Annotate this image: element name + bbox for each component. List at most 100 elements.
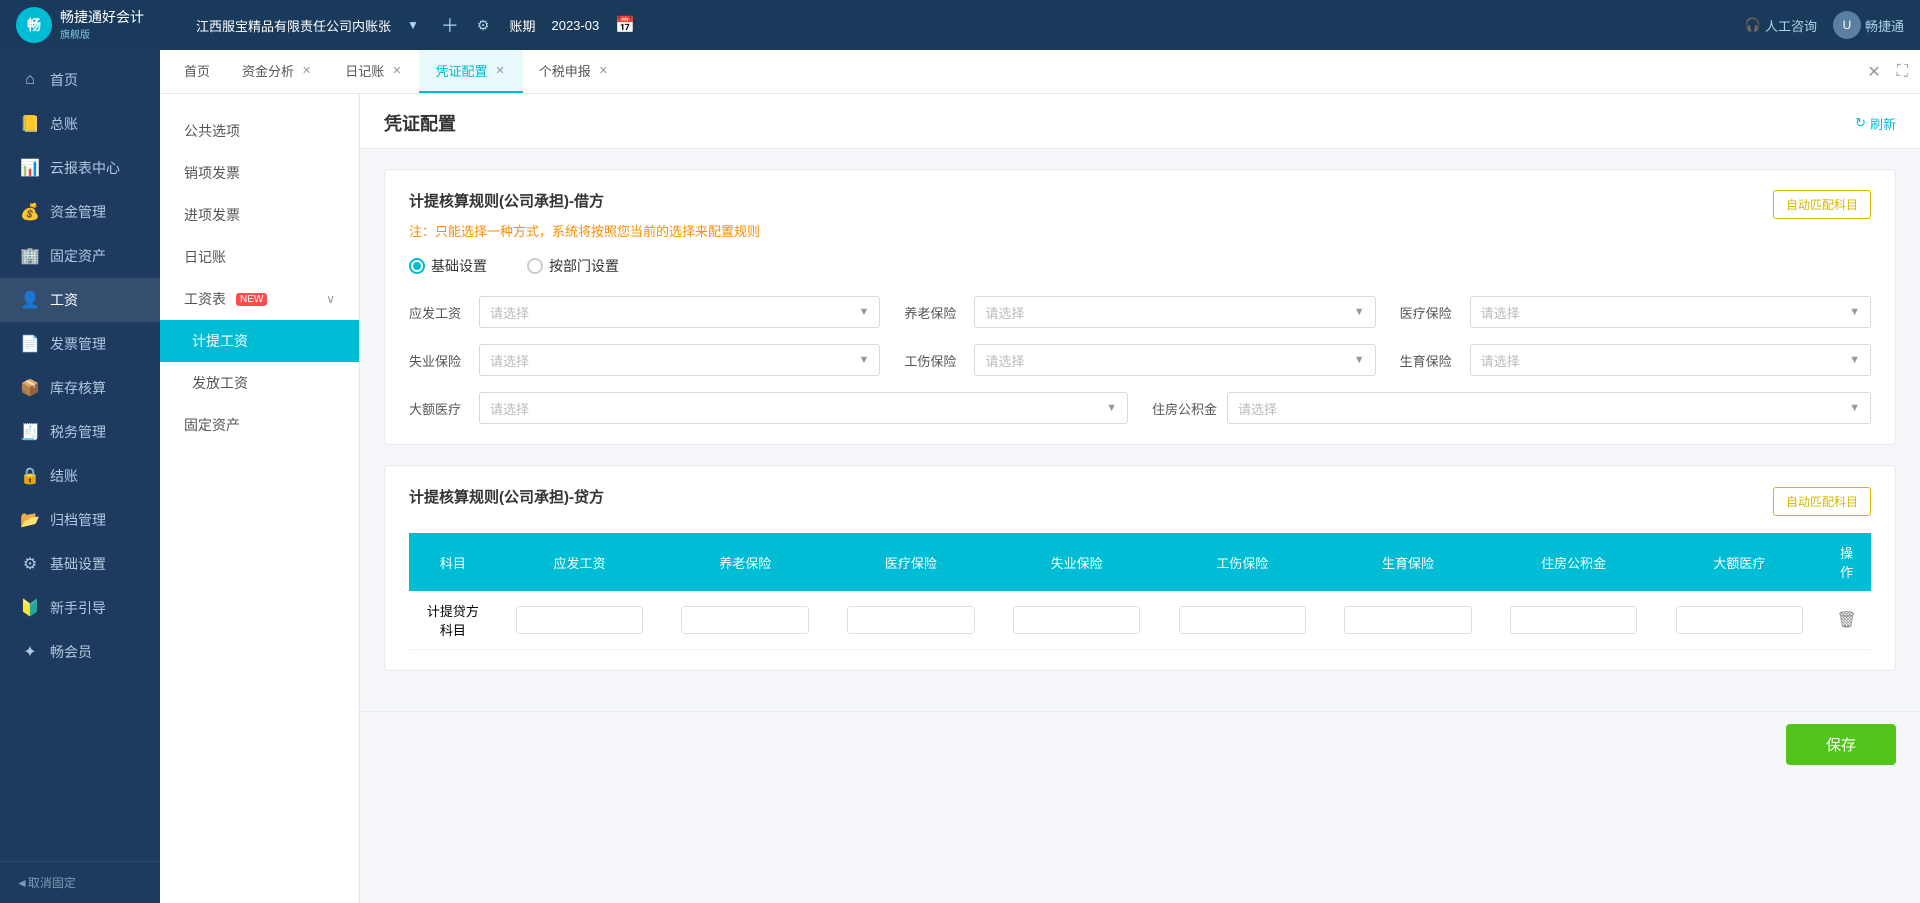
credit-auto-match-btn[interactable]: 自动匹配科目	[1773, 487, 1871, 516]
td-bigmed-val	[1657, 591, 1823, 650]
label-bigmed: 大额医疗	[409, 399, 469, 418]
service-btn[interactable]: 🎧 人工咨询	[1745, 16, 1817, 35]
td-payable-val	[497, 591, 663, 650]
input-birth[interactable]	[1344, 606, 1472, 634]
sidebar-item-ledger[interactable]: 📒 总账	[0, 102, 160, 146]
report-icon: 📊	[20, 158, 40, 178]
th-injury: 工伤保险	[1159, 533, 1325, 591]
select-pension[interactable]: 请选择 ▼	[974, 296, 1375, 328]
select-medical[interactable]: 请选择 ▼	[1470, 296, 1871, 328]
radio-group: 基础设置 按部门设置	[409, 256, 1871, 276]
input-payable[interactable]	[516, 606, 644, 634]
select-pension-arrow: ▼	[1354, 306, 1365, 318]
refresh-btn[interactable]: ↻ 刷新	[1855, 114, 1896, 133]
sidebar-item-guide[interactable]: 🔰 新手引导	[0, 586, 160, 630]
sidebar-item-asset[interactable]: 🏢 固定资产	[0, 234, 160, 278]
nav-calc-salary[interactable]: 计提工资	[160, 320, 359, 362]
radio-dept-label: 按部门设置	[549, 256, 619, 276]
debit-auto-match-btn[interactable]: 自动匹配科目	[1773, 190, 1871, 219]
tab-journal[interactable]: 日记账 ✕	[329, 50, 419, 93]
user-btn[interactable]: U 畅捷通	[1833, 11, 1904, 39]
th-bigmed: 大额医疗	[1657, 533, 1823, 591]
tab-voucher[interactable]: 凭证配置 ✕	[419, 50, 522, 93]
unpin-btn[interactable]: ◄取消固定	[0, 861, 160, 903]
period-label: 账期	[509, 16, 535, 35]
input-injury[interactable]	[1179, 606, 1307, 634]
tab-voucher-close[interactable]: ✕	[494, 63, 507, 78]
tab-tax[interactable]: 个税申报 ✕	[523, 50, 626, 93]
sidebar-item-tax[interactable]: 🧾 税务管理	[0, 410, 160, 454]
th-action: 操作	[1822, 533, 1871, 591]
company-name: 江西服宝精品有限责任公司内账张	[196, 16, 391, 35]
sidebar-item-salary[interactable]: 👤 工资	[0, 278, 160, 322]
maximize-btn[interactable]: ⛶	[1893, 61, 1912, 83]
debit-fields-row2: 失业保险 请选择 ▼ 工伤保险 请选择 ▼	[409, 344, 1871, 376]
select-bigmed[interactable]: 请选择 ▼	[479, 392, 1128, 424]
basic-icon: ⚙	[20, 554, 40, 574]
tab-capital-close[interactable]: ✕	[300, 63, 313, 78]
select-injury[interactable]: 请选择 ▼	[974, 344, 1375, 376]
guide-icon: 🔰	[20, 598, 40, 618]
input-medical[interactable]	[847, 606, 975, 634]
sidebar-item-closing[interactable]: 🔒 结账	[0, 454, 160, 498]
nav-fixed-asset[interactable]: 固定资产	[160, 404, 359, 446]
nav-journal[interactable]: 日记账	[160, 236, 359, 278]
select-unemployment-arrow: ▼	[858, 354, 869, 366]
nav-sales[interactable]: 销项发票	[160, 152, 359, 194]
sidebar-item-inventory[interactable]: 📦 库存核算	[0, 366, 160, 410]
nav-purchase[interactable]: 进项发票	[160, 194, 359, 236]
select-payable[interactable]: 请选择 ▼	[479, 296, 880, 328]
nav-payroll-label: 工资表	[184, 289, 226, 309]
label-birth: 生育保险	[1400, 351, 1460, 370]
sidebar-item-archive[interactable]: 📂 归档管理	[0, 498, 160, 542]
top-center: 江西服宝精品有限责任公司内账张 ▼ ＋ ⚙ 账期 2023-03 📅	[176, 10, 1745, 40]
field-birth: 生育保险 请选择 ▼	[1400, 344, 1871, 376]
input-housing[interactable]	[1510, 606, 1638, 634]
tab-home[interactable]: 首页	[168, 50, 226, 93]
tab-tax-close[interactable]: ✕	[597, 63, 610, 78]
add-account-btn[interactable]: ＋	[435, 10, 465, 40]
tab-journal-close[interactable]: ✕	[390, 63, 403, 78]
nav-public-label: 公共选项	[184, 121, 240, 141]
select-unemployment[interactable]: 请选择 ▼	[479, 344, 880, 376]
page-content: 公共选项 销项发票 进项发票 日记账 工资表 NEW ∨ 计提工资	[160, 94, 1920, 903]
select-housing-placeholder: 请选择	[1238, 399, 1277, 418]
tab-bar-right: ✕ ⛶	[1863, 60, 1912, 84]
sidebar-item-member[interactable]: ✦ 畅会员	[0, 630, 160, 674]
save-button[interactable]: 保存	[1786, 724, 1896, 765]
select-payable-placeholder: 请选择	[490, 303, 529, 322]
sidebar-item-invoice[interactable]: 📄 发票管理	[0, 322, 160, 366]
nav-public[interactable]: 公共选项	[160, 110, 359, 152]
label-pension: 养老保险	[904, 303, 964, 322]
radio-basic-circle	[409, 258, 425, 274]
sidebar-item-basic[interactable]: ⚙ 基础设置	[0, 542, 160, 586]
radio-basic[interactable]: 基础设置	[409, 256, 487, 276]
input-unemployment[interactable]	[1013, 606, 1141, 634]
input-bigmed[interactable]	[1676, 606, 1804, 634]
select-birth-arrow: ▼	[1849, 354, 1860, 366]
th-payable: 应发工资	[497, 533, 663, 591]
sidebar-item-report[interactable]: 📊 云报表中心	[0, 146, 160, 190]
company-dropdown-btn[interactable]: ▼	[403, 16, 423, 34]
td-row-label: 计提贷方科目	[409, 591, 497, 650]
calendar-icon[interactable]: 📅	[615, 15, 635, 35]
nav-pay-salary[interactable]: 发放工资	[160, 362, 359, 404]
sidebar-item-capital[interactable]: 💰 资金管理	[0, 190, 160, 234]
field-bigmed: 大额医疗 请选择 ▼	[409, 392, 1128, 424]
top-right: 🎧 人工咨询 U 畅捷通	[1745, 11, 1904, 39]
sidebar-item-home[interactable]: ⌂ 首页	[0, 58, 160, 102]
select-birth[interactable]: 请选择 ▼	[1470, 344, 1871, 376]
tab-capital[interactable]: 资金分析 ✕	[226, 50, 329, 93]
sidebar-label-member: 畅会员	[50, 642, 92, 662]
nav-payroll[interactable]: 工资表 NEW ∨	[160, 278, 359, 320]
nav-pay-salary-label: 发放工资	[192, 373, 248, 393]
nav-fixed-asset-label: 固定资产	[184, 415, 240, 435]
unpin-label: ◄取消固定	[16, 874, 76, 891]
select-medical-placeholder: 请选择	[1481, 303, 1520, 322]
delete-row-btn[interactable]: 🗑	[1836, 612, 1856, 629]
select-housing[interactable]: 请选择 ▼	[1227, 392, 1871, 424]
input-pension[interactable]	[681, 606, 809, 634]
radio-dept[interactable]: 按部门设置	[527, 256, 619, 276]
settings-gear-icon[interactable]: ⚙	[477, 17, 490, 34]
close-all-btn[interactable]: ✕	[1863, 60, 1884, 84]
